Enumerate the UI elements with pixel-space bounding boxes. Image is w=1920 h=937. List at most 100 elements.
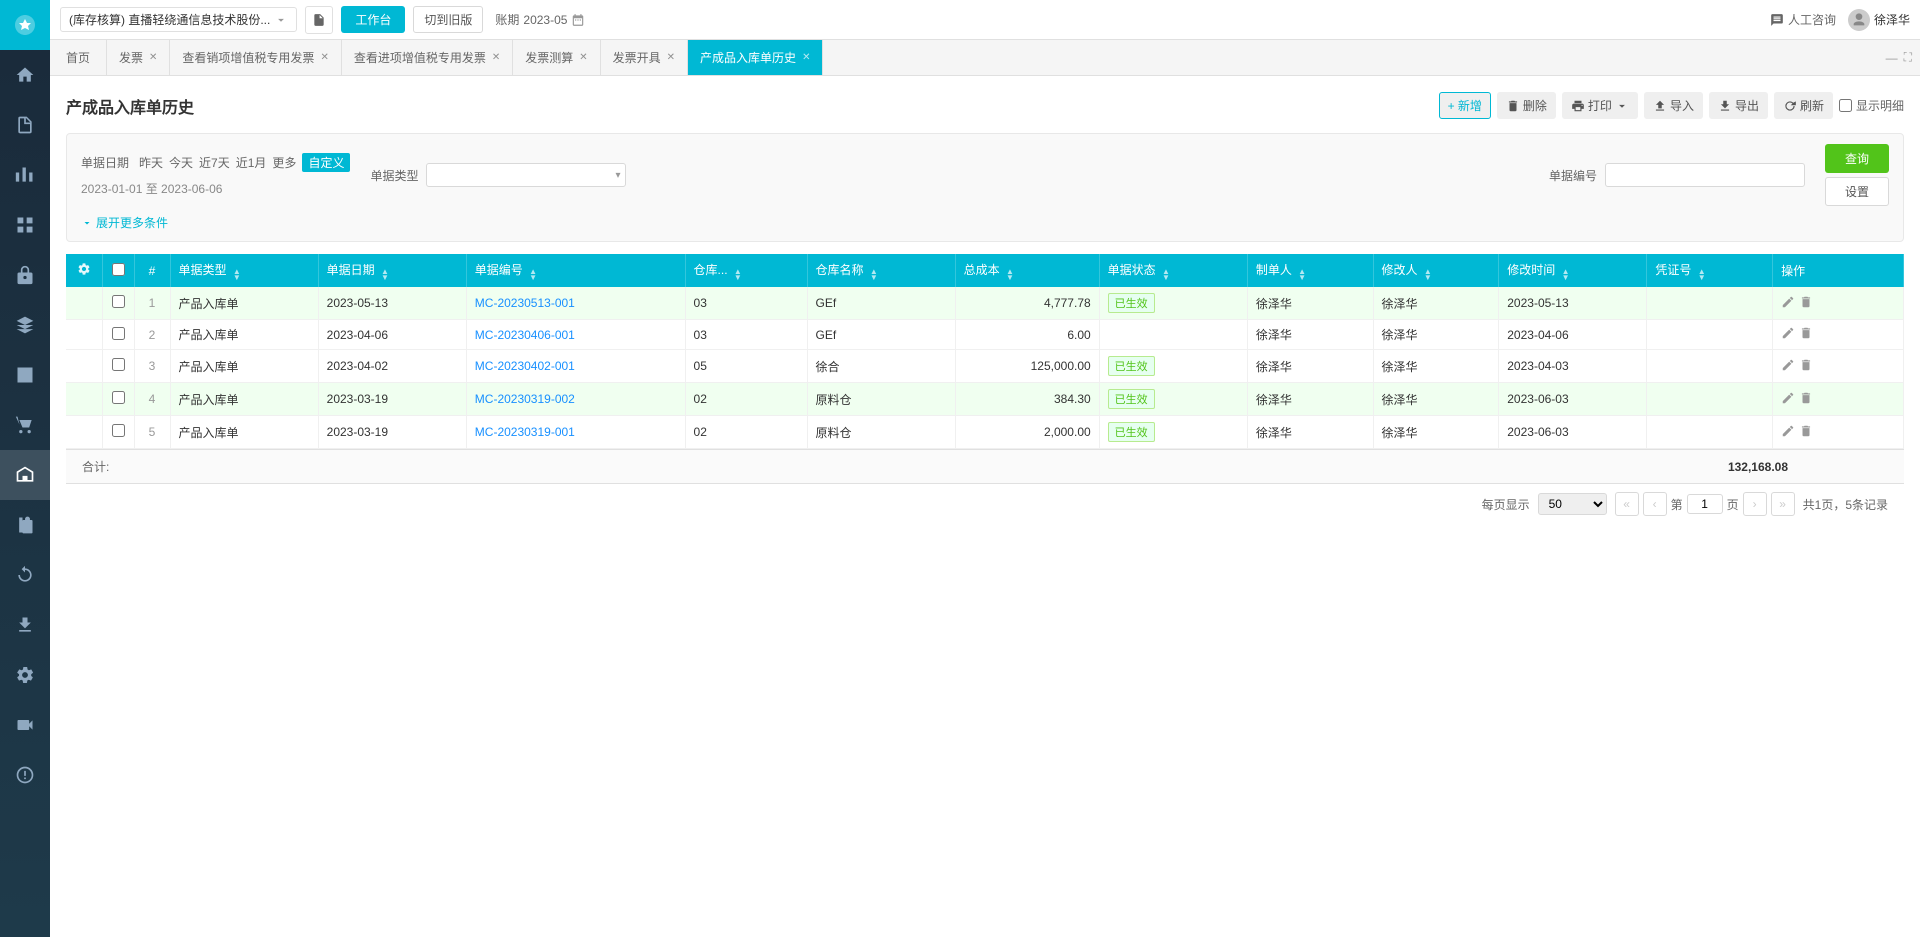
row-number[interactable]: MC-20230406-001 — [466, 320, 685, 350]
new-button[interactable]: + 新增 — [1439, 92, 1491, 119]
row-checkbox[interactable] — [102, 287, 134, 320]
shortcut-1month[interactable]: 近1月 — [236, 154, 267, 171]
type-select[interactable] — [426, 163, 626, 187]
th-warehouse-name[interactable]: 仓库名称 ▲▼ — [807, 254, 955, 287]
th-number[interactable]: 单据编号 ▲▼ — [466, 254, 685, 287]
row-number[interactable]: MC-20230402-001 — [466, 350, 685, 383]
user-info[interactable]: 徐泽华 — [1848, 9, 1910, 31]
tab-purchase-vat-close[interactable]: ✕ — [492, 52, 500, 63]
row-select-checkbox[interactable] — [112, 327, 125, 340]
sidebar-item-table[interactable] — [0, 350, 50, 400]
tab-history-close[interactable]: ✕ — [802, 52, 810, 63]
tab-calc-close[interactable]: ✕ — [579, 52, 587, 63]
row-number[interactable]: MC-20230319-001 — [466, 416, 685, 449]
sidebar-item-loop[interactable] — [0, 550, 50, 600]
export-button[interactable]: 导出 — [1709, 92, 1768, 119]
th-total-cost[interactable]: 总成本 ▲▼ — [955, 254, 1099, 287]
display-checkbox[interactable] — [1839, 99, 1852, 112]
app-logo[interactable] — [0, 0, 50, 50]
last-page-button[interactable]: » — [1771, 492, 1795, 516]
delete-button[interactable]: 删除 — [1497, 92, 1556, 119]
row-checkbox[interactable] — [102, 320, 134, 350]
row-edit-icon[interactable] — [1781, 358, 1795, 375]
th-creator[interactable]: 制单人 ▲▼ — [1247, 254, 1373, 287]
row-number[interactable]: MC-20230513-001 — [466, 287, 685, 320]
row-select-checkbox[interactable] — [112, 295, 125, 308]
tab-calc[interactable]: 发票测算 ✕ — [513, 40, 600, 75]
row-checkbox[interactable] — [102, 383, 134, 416]
tab-issue-close[interactable]: ✕ — [667, 52, 675, 63]
shortcut-yesterday[interactable]: 昨天 — [139, 154, 163, 171]
th-status[interactable]: 单据状态 ▲▼ — [1099, 254, 1247, 287]
sidebar-item-shopping[interactable] — [0, 400, 50, 450]
workbench-button[interactable]: 工作台 — [341, 6, 405, 33]
tab-sales-vat-close[interactable]: ✕ — [320, 52, 328, 63]
service-button[interactable]: 人工咨询 — [1770, 11, 1836, 28]
th-type[interactable]: 单据类型 ▲▼ — [170, 254, 318, 287]
tab-invoice-close[interactable]: ✕ — [149, 52, 157, 63]
page-input[interactable] — [1687, 494, 1723, 514]
row-edit-icon[interactable] — [1781, 326, 1795, 343]
th-voucher[interactable]: 凭证号 ▲▼ — [1647, 254, 1773, 287]
tab-minimize-icon[interactable]: — — [1886, 51, 1898, 65]
sidebar-item-warehouse[interactable] — [0, 450, 50, 500]
row-select-checkbox[interactable] — [112, 391, 125, 404]
row-delete-icon[interactable] — [1799, 391, 1813, 408]
row-checkbox[interactable] — [102, 416, 134, 449]
row-number[interactable]: MC-20230319-002 — [466, 383, 685, 416]
shortcut-more[interactable]: 更多 — [272, 154, 296, 171]
th-modify-time[interactable]: 修改时间 ▲▼ — [1499, 254, 1647, 287]
tab-purchase-vat[interactable]: 查看进项增值税专用发票 ✕ — [342, 40, 513, 75]
shortcut-custom[interactable]: 自定义 — [302, 153, 350, 172]
th-warehouse-code[interactable]: 仓库... ▲▼ — [685, 254, 807, 287]
row-select-checkbox[interactable] — [112, 424, 125, 437]
tab-maximize-icon[interactable]: ⛶ — [1904, 50, 1912, 65]
sidebar-item-document[interactable] — [0, 100, 50, 150]
per-page-select[interactable]: 50 100 200 — [1538, 493, 1607, 515]
tab-home[interactable]: 首页 — [50, 40, 107, 75]
row-delete-icon[interactable] — [1799, 424, 1813, 441]
tab-invoice[interactable]: 发票 ✕ — [107, 40, 170, 75]
set-button[interactable]: 设置 — [1825, 177, 1889, 206]
prev-page-button[interactable]: ‹ — [1643, 492, 1667, 516]
shortcut-today[interactable]: 今天 — [169, 154, 193, 171]
row-edit-icon[interactable] — [1781, 424, 1795, 441]
tab-sales-vat[interactable]: 查看销项增值税专用发票 ✕ — [170, 40, 341, 75]
row-select-checkbox[interactable] — [112, 358, 125, 371]
tab-history[interactable]: 产成品入库单历史 ✕ — [688, 40, 823, 75]
sidebar-item-grid[interactable] — [0, 200, 50, 250]
display-toggle[interactable]: 显示明细 — [1839, 97, 1904, 114]
sidebar-item-version[interactable] — [0, 750, 50, 800]
first-page-button[interactable]: « — [1615, 492, 1639, 516]
query-button[interactable]: 查询 — [1825, 144, 1889, 173]
doc-icon-button[interactable] — [305, 6, 333, 34]
row-checkbox[interactable] — [102, 350, 134, 383]
sidebar-item-home[interactable] — [0, 50, 50, 100]
sidebar-item-settings[interactable] — [0, 650, 50, 700]
th-checkbox[interactable] — [102, 254, 134, 287]
switch-version-button[interactable]: 切到旧版 — [413, 6, 483, 33]
row-delete-icon[interactable] — [1799, 295, 1813, 312]
select-all-checkbox[interactable] — [112, 263, 125, 276]
row-edit-icon[interactable] — [1781, 295, 1795, 312]
th-date[interactable]: 单据日期 ▲▼ — [318, 254, 466, 287]
row-delete-icon[interactable] — [1799, 326, 1813, 343]
sidebar-item-download[interactable] — [0, 600, 50, 650]
tab-issue[interactable]: 发票开具 ✕ — [601, 40, 688, 75]
company-selector[interactable]: (库存核算) 直播轻绕通信息技术股份... — [60, 7, 297, 32]
next-page-button[interactable]: › — [1743, 492, 1767, 516]
print-button[interactable]: 打印 — [1562, 92, 1638, 119]
sidebar-item-layers[interactable] — [0, 300, 50, 350]
refresh-button[interactable]: 刷新 — [1774, 92, 1833, 119]
th-settings[interactable] — [66, 254, 102, 287]
expand-button[interactable]: 展开更多条件 — [81, 214, 1889, 231]
th-modifier[interactable]: 修改人 ▲▼ — [1373, 254, 1499, 287]
shortcut-7days[interactable]: 近7天 — [199, 154, 230, 171]
row-edit-icon[interactable] — [1781, 391, 1795, 408]
sidebar-item-video[interactable] — [0, 700, 50, 750]
row-delete-icon[interactable] — [1799, 358, 1813, 375]
sidebar-item-production[interactable] — [0, 500, 50, 550]
sidebar-item-lock[interactable] — [0, 250, 50, 300]
number-input[interactable] — [1605, 163, 1805, 187]
import-button[interactable]: 导入 — [1644, 92, 1703, 119]
